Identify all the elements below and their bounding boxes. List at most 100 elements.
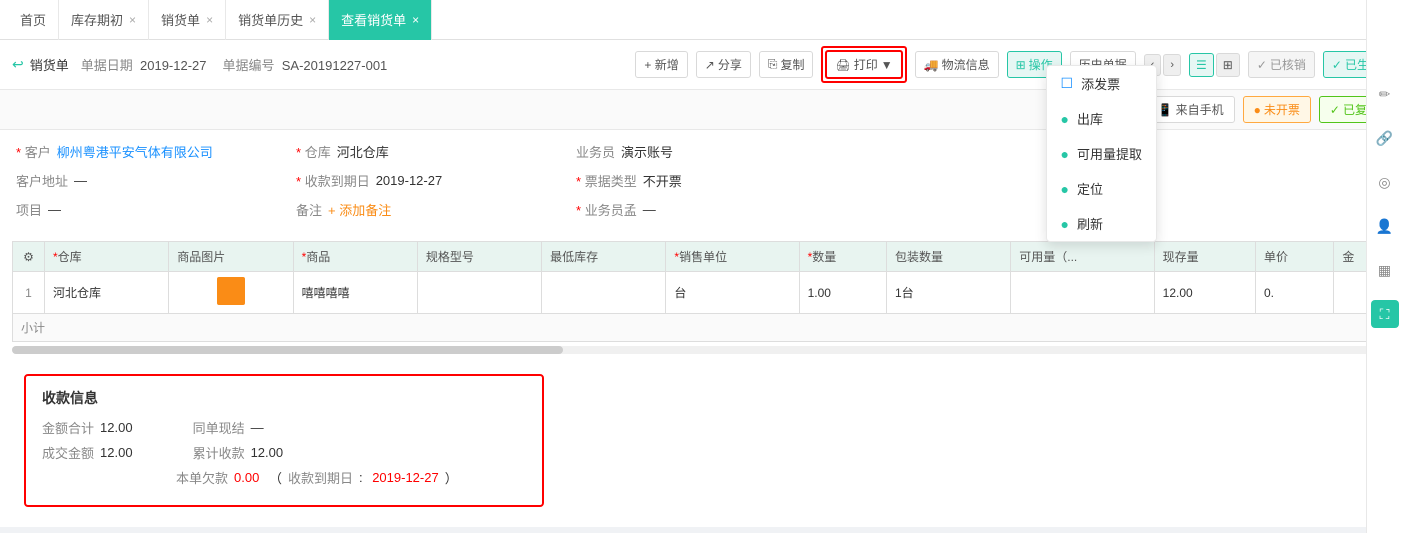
dropdown-add-invoice[interactable]: ☐ 添发票	[1047, 66, 1156, 101]
payment-title: 收款信息	[42, 388, 526, 408]
new-button[interactable]: + 新增	[635, 51, 687, 78]
tab-sales-close[interactable]: ×	[206, 13, 213, 27]
row-warehouse: 河北仓库	[45, 272, 169, 314]
tab-inventory-close[interactable]: ×	[129, 13, 136, 27]
customer-value[interactable]: 柳州粤港平安气体有限公司	[57, 142, 213, 161]
print-icon: 🖨	[835, 58, 850, 72]
tab-home[interactable]: 首页	[8, 0, 59, 40]
col-settings[interactable]: ⚙	[13, 242, 45, 272]
tab-sales[interactable]: 销货单 ×	[149, 0, 226, 40]
project-field: 项目 —	[16, 200, 276, 219]
transaction-amount-item: 成交金额 12.00	[42, 443, 133, 462]
add-invoice-label: 添发票	[1081, 74, 1120, 93]
list-view-icon[interactable]: ☰	[1189, 53, 1214, 77]
second-toolbar: 📱 来自手机 ● 未开票 ✓ 已复核	[0, 90, 1402, 130]
salesperson-value: 演示账号	[621, 142, 673, 161]
sidebar-link-icon[interactable]: 🔗	[1371, 124, 1399, 152]
payment-wrapper: 收款信息 金额合计 12.00 同单现结 — 成交金额 12.00 累计收款	[0, 366, 1402, 527]
logistics-button[interactable]: 🚚 物流信息	[915, 51, 999, 78]
table-section: ⚙ *仓库 商品图片 *商品 规格型号 最低库存 *销售单位 *数量 包装数量 …	[0, 241, 1402, 366]
tab-sales-history[interactable]: 销货单历史 ×	[226, 0, 329, 40]
col-warehouse: *仓库	[45, 242, 169, 272]
scroll-thumb[interactable]	[12, 346, 563, 354]
invoice-type-value: 不开票	[643, 171, 682, 190]
sales-order-icon: ↩	[12, 56, 24, 73]
outstanding-value: 0.00	[234, 470, 259, 485]
copy-icon: ⎘	[768, 57, 778, 72]
tab-bar: 首页 库存期初 × 销货单 × 销货单历史 × 查看销货单 × ×	[0, 0, 1402, 40]
sidebar-expand-icon[interactable]: ⛶	[1371, 300, 1399, 328]
sidebar-circle-icon[interactable]: ◎	[1371, 168, 1399, 196]
print-highlight: 🖨 打印 ▼	[821, 46, 906, 83]
grid-view-icon[interactable]: ⊞	[1216, 53, 1240, 77]
doc-number-label: 单据编号 SA-20191227-001	[223, 55, 388, 74]
form-section: * 客户 柳州粤港平安气体有限公司 * 仓库 河北仓库 业务员 演示账号 客户地…	[0, 130, 1402, 241]
row-image	[169, 272, 293, 314]
dot-icon: ●	[1254, 103, 1261, 117]
add-note-button[interactable]: + 添加备注	[328, 200, 391, 219]
doc-title: ↩ 销货单	[12, 55, 69, 74]
toolbar-actions: + 新增 ↗ 分享 ⎘ 复制 🖨 打印 ▼ 🚚 物流信息 ⊞	[635, 46, 1390, 83]
dropdown-available-qty[interactable]: ● 可用量提取	[1047, 136, 1156, 171]
tab-view-sales[interactable]: 查看销货单 ×	[329, 0, 432, 40]
col-price: 单价	[1256, 242, 1334, 272]
salesperson2-value: —	[643, 202, 656, 217]
cumulative-receipts-value: 12.00	[251, 445, 284, 460]
tab-view-sales-close[interactable]: ×	[412, 13, 419, 27]
outstanding-item: 本单欠款 0.00 （ 收款到期日 : 2019-12-27 ）	[176, 468, 458, 487]
check2-icon: ✓	[1330, 103, 1340, 117]
sidebar-grid-icon[interactable]: ▦	[1371, 256, 1399, 284]
horizontal-scrollbar[interactable]	[12, 346, 1390, 354]
payment-due-value: 2019-12-27	[372, 470, 439, 485]
project-value: —	[48, 202, 61, 217]
tab-inventory-label: 库存期初	[71, 10, 123, 29]
sidebar-person-icon[interactable]: 👤	[1371, 212, 1399, 240]
truck-icon: 🚚	[924, 58, 939, 72]
table-row: 1 河北仓库 嘻嘻嘻嘻 台 1.00 1台 12.00 0.	[13, 272, 1390, 314]
not-opened-button[interactable]: ● 未开票	[1243, 96, 1311, 123]
main-content: ↩ 销货单 单据日期 2019-12-27 单据编号 SA-20191227-0…	[0, 40, 1402, 527]
sidebar-edit-icon[interactable]: ✏	[1371, 80, 1399, 108]
tab-home-label: 首页	[20, 10, 46, 29]
row-quantity: 1.00	[799, 272, 886, 314]
print-button[interactable]: 🖨 打印 ▼	[825, 50, 902, 79]
form-row-1: * 客户 柳州粤港平安气体有限公司 * 仓库 河北仓库 业务员 演示账号	[16, 142, 1386, 161]
col-quantity: *数量	[799, 242, 886, 272]
payment-row-3: 本单欠款 0.00 （ 收款到期日 : 2019-12-27 ）	[42, 468, 526, 487]
outbound-label: 出库	[1077, 109, 1103, 128]
customer-field: * 客户 柳州粤港平安气体有限公司	[16, 142, 276, 161]
copy-button[interactable]: ⎘ 复制	[759, 51, 814, 78]
share-icon: ↗	[705, 58, 715, 72]
print-dropdown-arrow: ▼	[881, 58, 893, 72]
dropdown-locate[interactable]: ● 定位	[1047, 171, 1156, 206]
payment-row-2: 成交金额 12.00 累计收款 12.00	[42, 443, 526, 462]
total-amount-value: 12.00	[100, 420, 133, 435]
doc-type-label: 销货单	[30, 55, 69, 74]
col-unit: *销售单位	[666, 242, 799, 272]
main-toolbar: ↩ 销货单 单据日期 2019-12-27 单据编号 SA-20191227-0…	[0, 40, 1402, 90]
salesperson-field: 业务员 演示账号	[576, 142, 836, 161]
payment-date-field: * 收款到期日 2019-12-27	[296, 171, 556, 190]
tab-sales-history-close[interactable]: ×	[309, 13, 316, 27]
form-row-2: 客户地址 — * 收款到期日 2019-12-27 * 票据类型 不开票	[16, 171, 1386, 190]
same-order-value: —	[251, 420, 264, 435]
available-qty-icon: ●	[1061, 146, 1069, 162]
col-image: 商品图片	[169, 242, 293, 272]
available-qty-label: 可用量提取	[1077, 144, 1142, 163]
outbound-icon: ●	[1061, 111, 1069, 127]
tab-inventory[interactable]: 库存期初 ×	[59, 0, 149, 40]
phone-icon: 📱	[1158, 103, 1173, 117]
next-arrow[interactable]: ›	[1163, 54, 1181, 76]
share-button[interactable]: ↗ 分享	[696, 51, 751, 78]
dropdown-outbound[interactable]: ● 出库	[1047, 101, 1156, 136]
table-wrap[interactable]: ⚙ *仓库 商品图片 *商品 规格型号 最低库存 *销售单位 *数量 包装数量 …	[12, 241, 1390, 358]
locate-icon: ●	[1061, 181, 1069, 197]
doc-date-value: 2019-12-27	[140, 58, 207, 73]
col-current-stock: 现存量	[1154, 242, 1255, 272]
doc-number-value: SA-20191227-001	[282, 58, 388, 73]
row-min-stock	[542, 272, 666, 314]
form-row-3: 项目 — 备注 + 添加备注 * 业务员孟 —	[16, 200, 1386, 219]
row-available	[1011, 272, 1154, 314]
from-phone-button[interactable]: 📱 来自手机	[1147, 96, 1235, 123]
dropdown-refresh[interactable]: ● 刷新	[1047, 206, 1156, 241]
